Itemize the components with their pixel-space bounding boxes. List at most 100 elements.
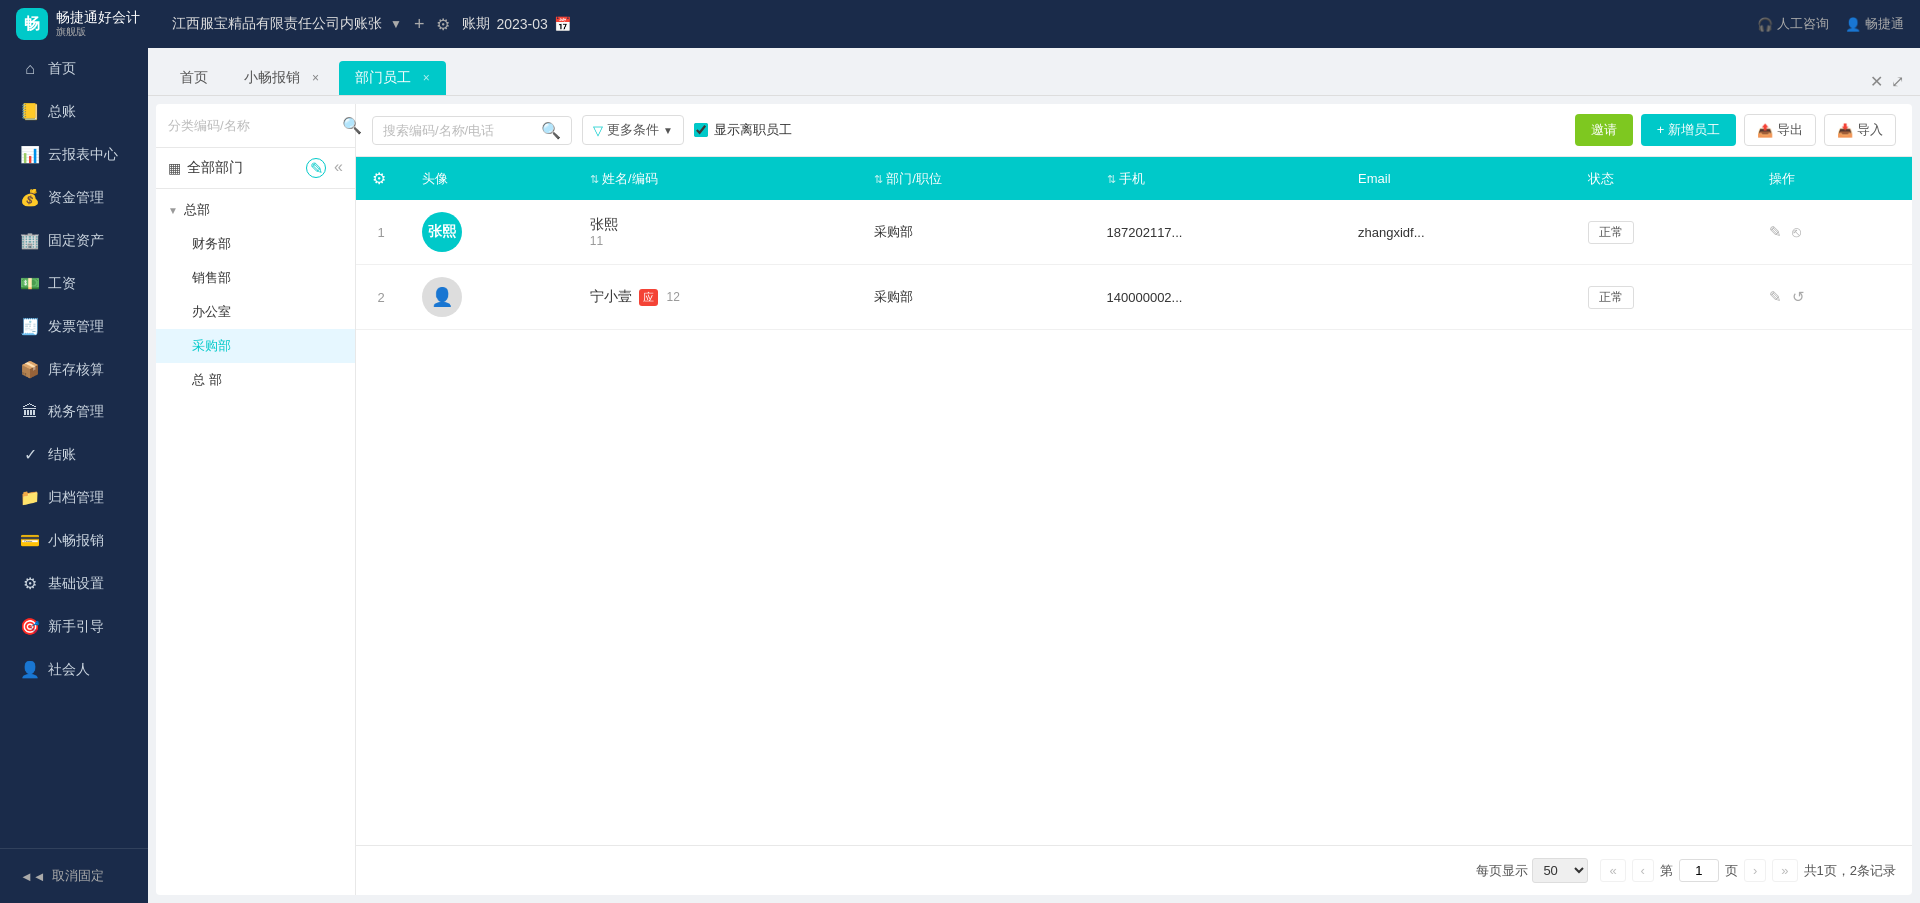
sidebar-item-home[interactable]: ⌂ 首页 (0, 48, 148, 90)
export-label: 导出 (1777, 121, 1803, 139)
sidebar-item-tax[interactable]: 🏛 税务管理 (0, 391, 148, 433)
employee-toolbar: 🔍 ▽ 更多条件 ▼ 显示离职员工 邀请 + 新增员工 (356, 104, 1912, 157)
sidebar-item-funds[interactable]: 💰 资金管理 (0, 176, 148, 219)
table-settings-icon[interactable]: ⚙ (372, 170, 386, 187)
sidebar-label-ledger: 总账 (48, 103, 76, 121)
row1-logout-icon[interactable]: ⎋ (1792, 223, 1801, 241)
company-dropdown-icon[interactable]: ▼ (390, 17, 402, 31)
sidebar-item-more[interactable]: 👤 社会人 (0, 648, 148, 691)
tab-bar: 首页 小畅报销 × 部门员工 × ✕ ⤢ (148, 48, 1920, 96)
filter-label: 更多条件 (607, 121, 659, 139)
page-first-button[interactable]: « (1600, 859, 1625, 882)
sidebar-item-settings[interactable]: ⚙ 基础设置 (0, 562, 148, 605)
dept-item-office[interactable]: 办公室 (156, 295, 355, 329)
toolbar-right: 邀请 + 新增员工 📤 导出 📥 导入 (1575, 114, 1896, 146)
sidebar: ⌂ 首页 📒 总账 📊 云报表中心 💰 资金管理 🏢 固定资产 💵 工资 🧾 发… (0, 48, 148, 903)
row2-reset-icon[interactable]: ↺ (1792, 288, 1805, 306)
row2-edit-icon[interactable]: ✎ (1769, 288, 1782, 306)
row1-name: 张熙 (590, 216, 842, 234)
logo-text: 畅捷通好会计 旗舰版 (56, 9, 140, 40)
dept-collapse-icon[interactable]: « (334, 158, 343, 178)
sidebar-item-inventory[interactable]: 📦 库存核算 (0, 348, 148, 391)
sidebar-label-tax: 税务管理 (48, 403, 104, 421)
tab-close-all-icon[interactable]: ✕ (1870, 72, 1883, 91)
period-value: 2023-03 (496, 16, 547, 32)
inventory-icon: 📦 (20, 360, 40, 379)
tab-department[interactable]: 部门员工 × (339, 61, 446, 95)
th-name-code[interactable]: 姓名/编码 (574, 157, 858, 200)
dept-item-general[interactable]: 总 部 (156, 363, 355, 397)
sidebar-item-expense[interactable]: 💳 小畅报销 (0, 519, 148, 562)
employee-search-input[interactable] (383, 123, 535, 138)
dept-search-input[interactable] (168, 118, 336, 133)
dept-item-finance[interactable]: 财务部 (156, 227, 355, 261)
tab-home[interactable]: 首页 (164, 61, 224, 95)
page-prev-button[interactable]: ‹ (1632, 859, 1654, 882)
row1-name-code: 张熙 11 (574, 200, 858, 265)
import-button[interactable]: 📥 导入 (1824, 114, 1896, 146)
filter-icon: ▽ (593, 123, 603, 138)
dept-item-sales-label: 销售部 (192, 269, 231, 287)
sidebar-item-salary[interactable]: 💵 工资 (0, 262, 148, 305)
archive-icon: 📁 (20, 488, 40, 507)
invite-button[interactable]: 邀请 (1575, 114, 1633, 146)
show-resigned-label[interactable]: 显示离职员工 (694, 121, 792, 139)
service-button[interactable]: 🎧 人工咨询 (1757, 15, 1829, 33)
tree-triangle-icon: ▼ (168, 205, 178, 216)
page-number-input[interactable] (1679, 859, 1719, 882)
page-suffix: 页 (1725, 862, 1738, 880)
th-dept-pos[interactable]: 部门/职位 (858, 157, 1090, 200)
page-last-button[interactable]: » (1772, 859, 1797, 882)
page-label: 第 (1660, 862, 1673, 880)
per-page-label: 每页显示 (1476, 862, 1528, 880)
funds-icon: 💰 (20, 188, 40, 207)
tab-expense-close-icon[interactable]: × (312, 71, 319, 85)
sidebar-item-archive[interactable]: 📁 归档管理 (0, 476, 148, 519)
tab-department-close-icon[interactable]: × (423, 71, 430, 85)
user-area[interactable]: 👤 畅捷通 (1845, 15, 1904, 33)
guide-icon: 🎯 (20, 617, 40, 636)
settings-gear-icon[interactable]: ⚙ (436, 15, 450, 34)
th-phone[interactable]: 手机 (1091, 157, 1343, 200)
table-header-row: ⚙ 头像 姓名/编码 部门/职位 手机 Email 状态 操作 (356, 157, 1912, 200)
sidebar-item-invoice[interactable]: 🧾 发票管理 (0, 305, 148, 348)
tab-expand-icon[interactable]: ⤢ (1891, 72, 1904, 91)
sidebar-label-fixed: 固定资产 (48, 232, 104, 250)
dept-edit-icon[interactable]: ✎ (306, 158, 326, 178)
content-area: 首页 小畅报销 × 部门员工 × ✕ ⤢ 🔍 (148, 48, 1920, 903)
show-resigned-checkbox[interactable] (694, 123, 708, 137)
calendar-icon[interactable]: 📅 (554, 16, 571, 32)
dept-item-hq[interactable]: ▼ 总部 (156, 193, 355, 227)
header-right: 🎧 人工咨询 👤 畅捷通 (1757, 15, 1904, 33)
header-company[interactable]: 江西服宝精品有限责任公司内账张 ▼ (172, 15, 402, 33)
export-button[interactable]: 📤 导出 (1744, 114, 1816, 146)
pin-label: 取消固定 (52, 867, 104, 885)
tab-expense[interactable]: 小畅报销 × (228, 61, 335, 95)
sidebar-item-ledger[interactable]: 📒 总账 (0, 90, 148, 133)
th-settings[interactable]: ⚙ (356, 157, 406, 200)
dept-item-sales[interactable]: 销售部 (156, 261, 355, 295)
filter-button[interactable]: ▽ 更多条件 ▼ (582, 115, 684, 145)
add-employee-button[interactable]: + 新增员工 (1641, 114, 1736, 146)
page-next-button[interactable]: › (1744, 859, 1766, 882)
per-page-dropdown[interactable]: 10 20 50 100 (1532, 858, 1588, 883)
main-layout: ⌂ 首页 📒 总账 📊 云报表中心 💰 资金管理 🏢 固定资产 💵 工资 🧾 发… (0, 48, 1920, 903)
sidebar-item-fixed[interactable]: 🏢 固定资产 (0, 219, 148, 262)
sidebar-item-settle[interactable]: ✓ 结账 (0, 433, 148, 476)
row2-code: 12 (666, 290, 679, 304)
settle-icon: ✓ (20, 445, 40, 464)
add-tab-icon[interactable]: + (414, 14, 425, 35)
dept-item-purchase[interactable]: 采购部 (156, 329, 355, 363)
th-avatar: 头像 (406, 157, 574, 200)
expense-icon: 💳 (20, 531, 40, 550)
employee-search-icon[interactable]: 🔍 (541, 121, 561, 140)
pin-button[interactable]: ◄◄ 取消固定 (0, 857, 148, 895)
sidebar-item-reports[interactable]: 📊 云报表中心 (0, 133, 148, 176)
sidebar-item-guide[interactable]: 🎯 新手引导 (0, 605, 148, 648)
import-label: 导入 (1857, 121, 1883, 139)
row1-edit-icon[interactable]: ✎ (1769, 223, 1782, 241)
ledger-icon: 📒 (20, 102, 40, 121)
dept-search-area: 🔍 (156, 104, 355, 148)
employee-table: ⚙ 头像 姓名/编码 部门/职位 手机 Email 状态 操作 (356, 157, 1912, 330)
filter-dropdown-icon: ▼ (663, 125, 673, 136)
